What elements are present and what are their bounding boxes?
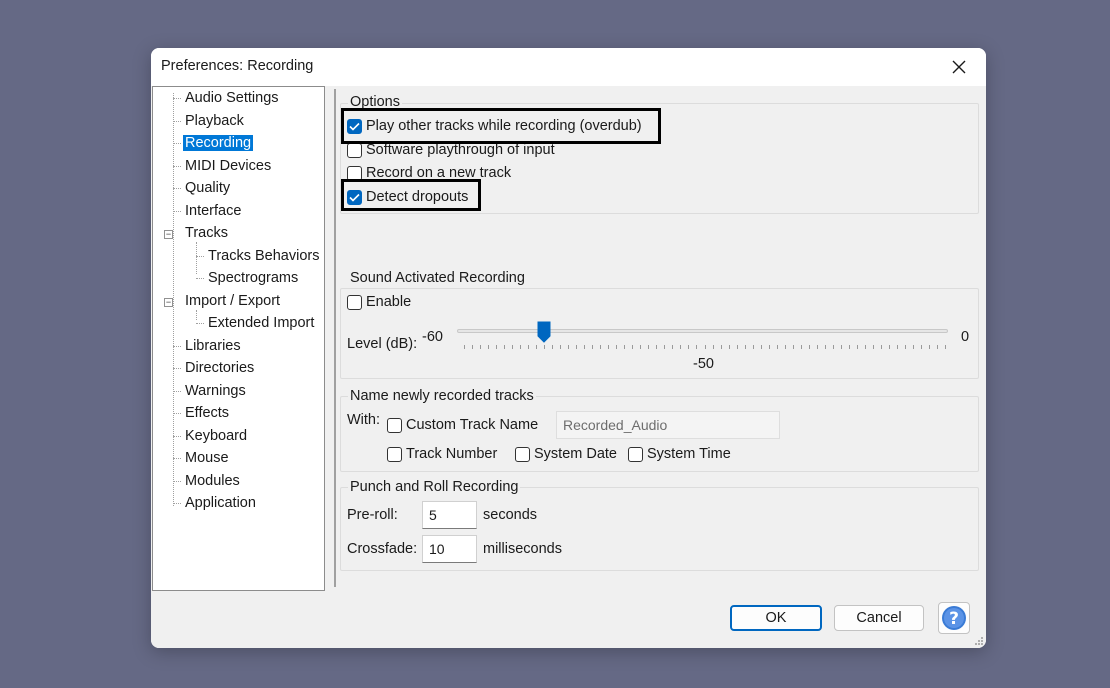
ok-button[interactable]: OK: [730, 605, 822, 631]
window-title: Preferences: Recording: [161, 58, 314, 74]
sound-activated-group-title: Sound Activated Recording: [348, 270, 527, 286]
custom-track-name-input[interactable]: Recorded_Audio: [556, 411, 780, 439]
title-bar: Preferences: Recording: [151, 48, 986, 86]
help-button[interactable]: ?: [938, 602, 970, 634]
help-icon: ?: [942, 606, 966, 630]
custom-track-name-checkbox[interactable]: Custom Track Name: [387, 417, 538, 433]
level-value-label: -50: [693, 356, 714, 372]
preroll-input[interactable]: 5: [422, 501, 477, 529]
tree-item-application[interactable]: Application: [173, 493, 258, 513]
tree-item-spectrograms[interactable]: Spectrograms: [196, 268, 300, 288]
checkbox-unchecked-icon: [387, 446, 402, 462]
checkbox-unchecked-icon: [347, 142, 362, 158]
tree-item-warnings[interactable]: Warnings: [173, 381, 248, 401]
cancel-button[interactable]: Cancel: [834, 605, 924, 631]
tree-item-recording[interactable]: Recording: [173, 133, 254, 153]
preroll-label: Pre-roll:: [347, 507, 398, 523]
tree-item-tracks[interactable]: Tracks: [173, 223, 230, 243]
checkbox-unchecked-icon: [347, 294, 362, 310]
tree-item-effects[interactable]: Effects: [173, 403, 231, 423]
level-slider-ticks: [464, 345, 946, 349]
highlight-box-overdub: [341, 108, 661, 144]
track-number-checkbox[interactable]: Track Number: [387, 446, 497, 462]
track-naming-group-title: Name newly recorded tracks: [348, 388, 536, 404]
tree-item-tracks-behaviors[interactable]: Tracks Behaviors: [196, 246, 321, 266]
level-slider-track[interactable]: [457, 329, 948, 333]
preferences-dialog: Preferences: Recording Audio Settings Pl…: [151, 48, 986, 648]
svg-text:?: ?: [949, 609, 959, 629]
tree-item-midi-devices[interactable]: MIDI Devices: [173, 156, 273, 176]
close-button[interactable]: [940, 53, 978, 81]
preroll-unit: seconds: [483, 507, 538, 523]
crossfade-input[interactable]: 10: [422, 535, 477, 563]
tree-item-keyboard[interactable]: Keyboard: [173, 426, 249, 446]
system-time-checkbox[interactable]: System Time: [628, 446, 731, 462]
close-icon: [952, 60, 966, 74]
resize-grip-icon[interactable]: [974, 636, 984, 646]
highlight-box-detect-dropouts: [341, 179, 481, 211]
checkbox-unchecked-icon: [515, 446, 530, 462]
checkbox-unchecked-icon: [387, 417, 402, 433]
tree-item-libraries[interactable]: Libraries: [173, 336, 243, 356]
tree-item-quality[interactable]: Quality: [173, 178, 232, 198]
tree-item-mouse[interactable]: Mouse: [173, 448, 231, 468]
crossfade-label: Crossfade:: [347, 541, 418, 557]
preferences-tree[interactable]: Audio Settings Playback Recording MIDI D…: [152, 86, 325, 591]
recording-settings-panel: Options Play other tracks while recordin…: [336, 89, 983, 587]
software-playthrough-checkbox[interactable]: Software playthrough of input: [347, 142, 555, 158]
crossfade-unit: milliseconds: [483, 541, 562, 557]
tree-item-playback[interactable]: Playback: [173, 111, 246, 131]
tree-item-interface[interactable]: Interface: [173, 201, 243, 221]
tree-item-import-export[interactable]: Import / Export: [173, 291, 282, 311]
collapse-import-export-icon[interactable]: −: [164, 298, 173, 307]
tree-item-audio-settings[interactable]: Audio Settings: [173, 88, 281, 108]
with-label: With:: [347, 412, 381, 428]
level-max-label: 0: [961, 329, 970, 345]
checkbox-unchecked-icon: [628, 446, 643, 462]
collapse-tracks-icon[interactable]: −: [164, 230, 173, 239]
tree-item-directories[interactable]: Directories: [173, 358, 256, 378]
tree-item-extended-import[interactable]: Extended Import: [196, 313, 316, 333]
system-date-checkbox[interactable]: System Date: [515, 446, 617, 462]
level-slider-thumb[interactable]: [537, 321, 551, 343]
punch-roll-group-title: Punch and Roll Recording: [348, 479, 521, 495]
enable-sound-activation-checkbox[interactable]: Enable: [347, 294, 411, 310]
level-min-label: -60: [422, 329, 443, 345]
dialog-footer: OK Cancel ?: [151, 593, 986, 648]
level-label: Level (dB):: [347, 336, 418, 352]
tree-item-modules[interactable]: Modules: [173, 471, 242, 491]
